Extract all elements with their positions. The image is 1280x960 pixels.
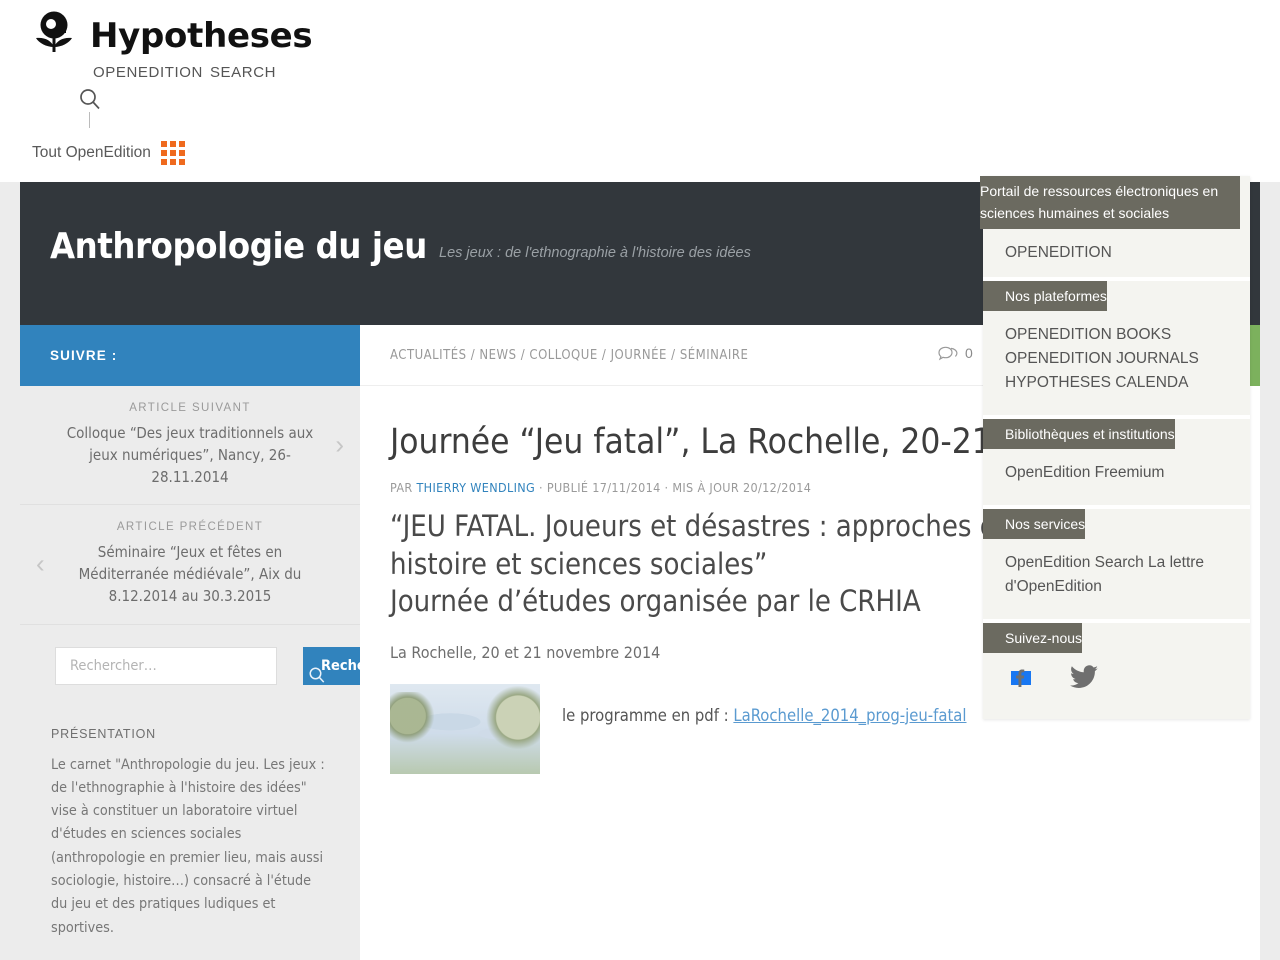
- dropdown-item[interactable]: OpenEdition Search La lettre d'OpenEditi…: [1005, 551, 1228, 599]
- next-article-link[interactable]: ARTICLE SUIVANT Colloque “Des jeux tradi…: [20, 386, 360, 506]
- comment-count[interactable]: 0: [938, 345, 973, 361]
- program-prefix: le programme en pdf :: [562, 705, 734, 725]
- search-field-cursor: [89, 112, 90, 128]
- dropdown-items-bibliotheques: OpenEdition Freemium: [983, 449, 1250, 501]
- dropdown-section-services: Nos services OpenEdition Search La lettr…: [983, 509, 1250, 619]
- dropdown-heading-services: Nos services: [983, 509, 1086, 540]
- hypotheses-logo[interactable]: Hypotheses: [30, 10, 313, 62]
- top-nav-links: OPENEDITION SEARCH: [93, 64, 276, 81]
- hypotheses-flower-logo: [36, 11, 72, 52]
- search-submit-button[interactable]: Rechercher: [303, 646, 360, 685]
- search-input[interactable]: [55, 646, 277, 685]
- dropdown-section-suivez: Suivez-nous: [983, 623, 1250, 719]
- facebook-icon[interactable]: [1005, 663, 1035, 693]
- next-article-kicker: ARTICLE SUIVANT: [129, 402, 251, 414]
- dropdown-section-openedition: OPENEDITION: [983, 229, 1250, 277]
- nav-search[interactable]: SEARCH: [210, 64, 276, 81]
- presentation-divider: _____________________: [51, 954, 325, 960]
- comment-bubbles-icon: [938, 346, 958, 361]
- all-openedition-toggle[interactable]: Tout OpenEdition: [32, 141, 185, 165]
- dropdown-item[interactable]: HYPOTHESES CALENDA: [1005, 371, 1228, 395]
- previous-article-link[interactable]: ARTICLE PRÉCÉDENT Séminaire “Jeux et fêt…: [20, 505, 360, 625]
- previous-article-title: Séminaire “Jeux et fêtes en Méditerranée…: [78, 543, 302, 605]
- search-icon[interactable]: [78, 87, 102, 111]
- comment-count-value: 0: [965, 345, 973, 361]
- presentation-heading: PRÉSENTATION: [51, 726, 156, 741]
- breadcrumb[interactable]: ACTUALITÉS / NEWS / COLLOQUE / JOURNÉE /…: [390, 348, 748, 363]
- article-author-link[interactable]: THIERRY WENDLING: [416, 480, 535, 495]
- dropdown-section-bibliotheques: Bibliothèques et institutions OpenEditio…: [983, 419, 1250, 505]
- sidebar-search-form: Rechercher: [20, 646, 360, 687]
- previous-article-kicker: ARTICLE PRÉCÉDENT: [116, 521, 264, 534]
- dropdown-items-plateformes: OPENEDITION BOOKS OPENEDITION JOURNALS H…: [983, 311, 1250, 411]
- grid-apps-icon[interactable]: [160, 141, 185, 165]
- sidebar: SUIVRE : ARTICLE SUIVANT Colloque “Des j…: [20, 325, 360, 960]
- chevron-left-icon[interactable]: ‹: [36, 549, 45, 580]
- follow-header: SUIVRE :: [20, 325, 360, 386]
- dropdown-heading-suivez: Suivez-nous: [983, 623, 1083, 654]
- site-tagline: Les jeux : de l'ethnographie à l'histoir…: [439, 245, 751, 261]
- dropdown-item[interactable]: OPENEDITION BOOKS: [1005, 323, 1228, 347]
- follow-label: SUIVRE :: [50, 348, 118, 363]
- article-program-text: le programme en pdf : LaRochelle_2014_pr…: [562, 684, 967, 725]
- next-article-title: Colloque “Des jeux traditionnels aux jeu…: [66, 424, 314, 486]
- article-meta-dates: · PUBLIÉ 17/11/2014 · MIS À JOUR 20/12/2…: [539, 480, 812, 496]
- chevron-right-icon[interactable]: ›: [335, 430, 344, 461]
- program-pdf-link[interactable]: LaRochelle_2014_prog-jeu-fatal: [733, 706, 966, 725]
- dropdown-item[interactable]: OpenEdition Freemium: [1005, 461, 1228, 485]
- top-bar: Hypotheses OPENEDITION SEARCH Tout OpenEd…: [0, 0, 1280, 182]
- dropdown-section-plateformes: Nos plateformes OPENEDITION BOOKS OPENED…: [983, 281, 1250, 415]
- dropdown-brand-label[interactable]: OPENEDITION: [983, 229, 1250, 273]
- dropdown-heading-bibliotheques: Bibliothèques et institutions: [983, 419, 1175, 450]
- openedition-dropdown-panel: Portail de ressources électroniques en s…: [980, 176, 1250, 720]
- dropdown-social-icons: [983, 653, 1250, 715]
- dropdown-intro: Portail de ressources électroniques en s…: [980, 176, 1240, 230]
- landscape-painting-thumbnail[interactable]: [390, 683, 540, 774]
- presentation-widget: PRÉSENTATION Le carnet "Anthropologie du…: [20, 687, 360, 960]
- article-meta-by: PAR: [390, 480, 413, 496]
- twitter-icon[interactable]: [1069, 665, 1099, 691]
- nav-openedition[interactable]: OPENEDITION: [93, 64, 203, 81]
- all-openedition-label: Tout OpenEdition: [32, 144, 151, 161]
- logo-wordmark: Hypotheses: [90, 16, 313, 56]
- dropdown-items-services: OpenEdition Search La lettre d'OpenEditi…: [983, 539, 1250, 615]
- dropdown-intro-text: Portail de ressources électroniques en s…: [980, 181, 1219, 223]
- dropdown-heading-plateformes: Nos plateformes: [983, 281, 1107, 312]
- site-title[interactable]: Anthropologie du jeu: [50, 226, 427, 267]
- presentation-body: Le carnet "Anthropologie du jeu. Les jeu…: [51, 756, 325, 936]
- dropdown-item[interactable]: OPENEDITION JOURNALS: [1005, 347, 1228, 371]
